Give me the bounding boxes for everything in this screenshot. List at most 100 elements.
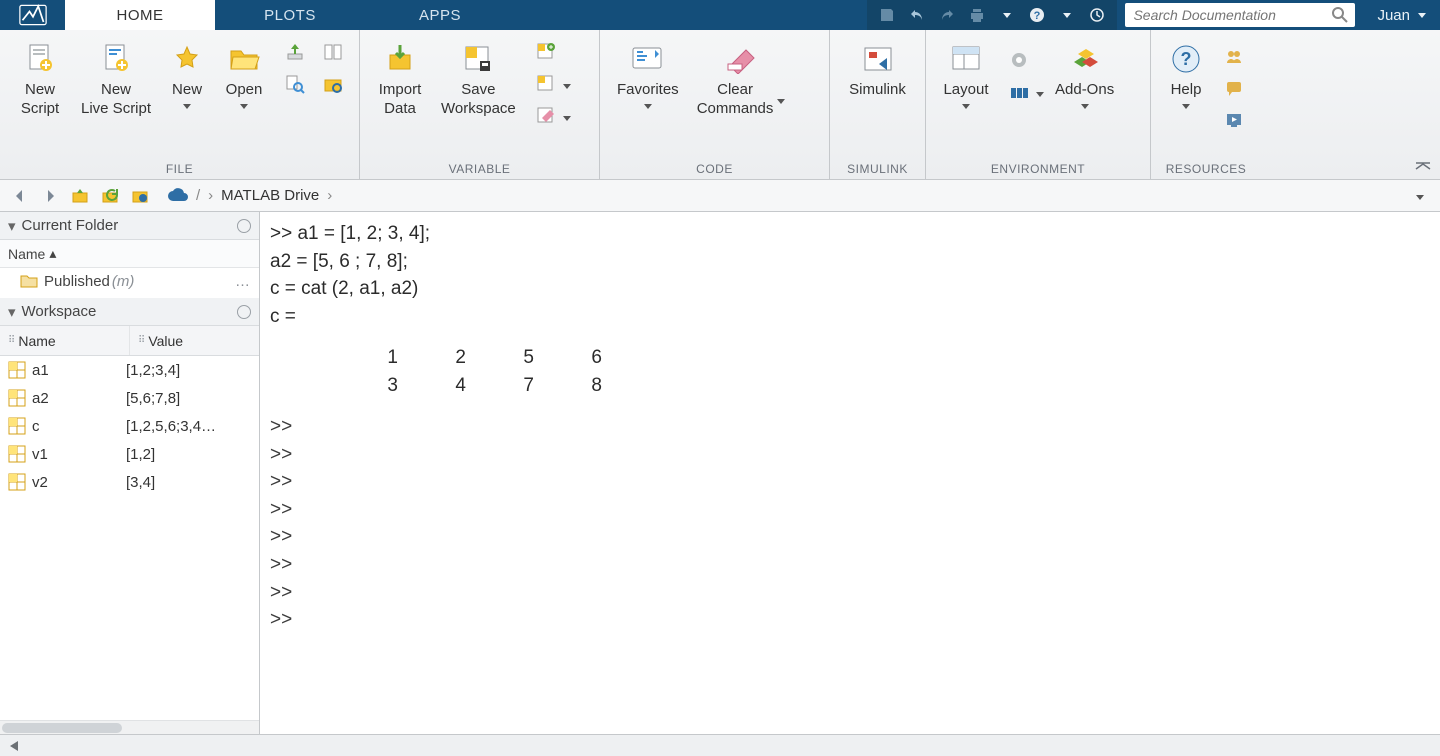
browse-button[interactable] [318,70,348,98]
set-path-button[interactable] [1004,78,1034,106]
learn-button[interactable] [1219,106,1249,134]
workspace-variable-row[interactable]: a2[5,6;7,8] [0,384,259,412]
simulink-button[interactable]: Simulink [842,38,913,103]
breadcrumb-root: / [196,187,200,204]
print-icon[interactable] [963,2,991,28]
collapse-ribbon-icon[interactable] [1414,159,1432,173]
nav-refresh-button[interactable] [98,184,122,208]
redo-icon[interactable] [933,2,961,28]
import-data-button[interactable]: Import Data [370,38,430,122]
variable-name: v2 [32,474,48,491]
search-box[interactable] [1125,3,1355,27]
nav-up-button[interactable] [68,184,92,208]
group-variable-label: VARIABLE [360,162,599,179]
layout-button[interactable]: Layout [936,38,996,112]
help-label: Help [1171,81,1202,100]
variable-value: [5,6;7,8] [120,390,259,407]
clear-workspace-button[interactable] [531,102,561,130]
variable-name: a1 [32,362,49,379]
workspace-rows: a1[1,2;3,4]a2[5,6;7,8]c[1,2,5,6;3,4…v1[1… [0,356,259,496]
new-button[interactable]: New [162,38,212,112]
rewind-icon[interactable] [6,739,20,753]
quick-access-more-icon[interactable] [993,2,1021,28]
matlab-logo [0,0,65,30]
new-script-label: New Script [21,81,59,119]
current-folder-header[interactable]: ▾ Current Folder [0,212,259,240]
search-icon [1331,6,1349,24]
ws-col-value[interactable]: ⠿Value [130,326,259,355]
current-folder-columns[interactable]: Name ▴ [0,240,259,268]
user-name: Juan [1377,7,1410,24]
tab-plots[interactable]: PLOTS [215,0,365,30]
open-variable-button[interactable] [531,70,561,98]
help-button[interactable]: ? Help [1161,38,1211,112]
panel-menu-icon[interactable] [237,219,251,233]
save-workspace-button[interactable]: Save Workspace [434,38,523,122]
variable-icon [8,417,26,435]
save-icon[interactable] [873,2,901,28]
chevron-down-icon [777,99,785,104]
request-support-button[interactable] [1219,74,1249,102]
chevron-down-icon: ▾ [8,217,16,235]
ribbon-group-simulink: Simulink SIMULINK [830,30,926,179]
panel-menu-icon[interactable] [237,305,251,319]
breadcrumb[interactable]: / › MATLAB Drive › [166,187,332,205]
workspace-variable-row[interactable]: c[1,2,5,6;3,4… [0,412,259,440]
workspace-variable-row[interactable]: v2[3,4] [0,468,259,496]
folder-icon [20,274,38,288]
quick-access-toolbar: ? [867,0,1117,30]
command-window[interactable]: >> a1 = [1, 2; 3, 4];a2 = [5, 6 ; 7, 8];… [260,212,1440,734]
folder-more-icon[interactable]: … [235,273,251,290]
preferences-button[interactable] [1004,46,1034,74]
sync-icon[interactable] [1083,2,1111,28]
favorites-button[interactable]: Favorites [610,38,686,112]
group-resources-label: RESOURCES [1151,162,1261,179]
variable-name: v1 [32,446,48,463]
help-dropdown-icon[interactable] [1053,2,1081,28]
workspace-header[interactable]: ▾ Workspace [0,298,259,326]
address-dropdown-button[interactable] [1408,184,1432,208]
nav-forward-button[interactable] [38,184,62,208]
new-live-script-label: New Live Script [81,81,151,119]
new-script-button[interactable]: New Script [10,38,70,122]
group-environment-label: ENVIRONMENT [926,162,1150,179]
main-tabs: HOME PLOTS APPS [65,0,515,30]
save-workspace-label: Save Workspace [441,81,516,119]
community-button[interactable] [1219,42,1249,70]
compare-button[interactable] [318,38,348,66]
folder-item[interactable]: Published (m) … [0,268,259,294]
ribbon-group-variable: Import Data Save Workspace VAR [360,30,600,179]
search-input[interactable] [1125,7,1331,23]
variable-icon [8,361,26,379]
nav-back-button[interactable] [8,184,32,208]
horizontal-scrollbar[interactable] [0,720,259,734]
new-label: New [172,81,202,100]
tab-apps[interactable]: APPS [365,0,515,30]
status-bar [0,734,1440,756]
chevron-down-icon [1418,13,1426,18]
ribbon-group-file: New Script New Live Script New Open [0,30,360,179]
new-live-script-button[interactable]: New Live Script [74,38,158,122]
new-variable-button[interactable] [531,38,561,66]
nav-browse-button[interactable] [128,184,152,208]
chevron-down-icon [183,104,191,109]
breadcrumb-folder[interactable]: MATLAB Drive [221,187,319,204]
addons-button[interactable]: Add-Ons [1048,38,1121,112]
workspace-variable-row[interactable]: v1[1,2] [0,440,259,468]
user-menu[interactable]: Juan [1363,0,1440,30]
chevron-down-icon: ▾ [8,303,16,321]
open-button[interactable]: Open [216,38,272,112]
chevron-down-icon [1081,104,1089,109]
find-files-button[interactable] [280,70,310,98]
tab-home[interactable]: HOME [65,0,215,30]
workspace-variable-row[interactable]: a1[1,2;3,4] [0,356,259,384]
ws-col-name[interactable]: ⠿Name [0,326,130,355]
undo-icon[interactable] [903,2,931,28]
side-panels: ▾ Current Folder Name ▴ Published (m) … … [0,212,260,734]
upload-button[interactable] [280,38,310,66]
addons-label: Add-Ons [1055,81,1114,100]
clear-commands-button[interactable]: Clear Commands [690,38,793,122]
variable-icon [8,445,26,463]
help-icon[interactable]: ? [1023,2,1051,28]
chevron-down-icon [563,84,571,89]
